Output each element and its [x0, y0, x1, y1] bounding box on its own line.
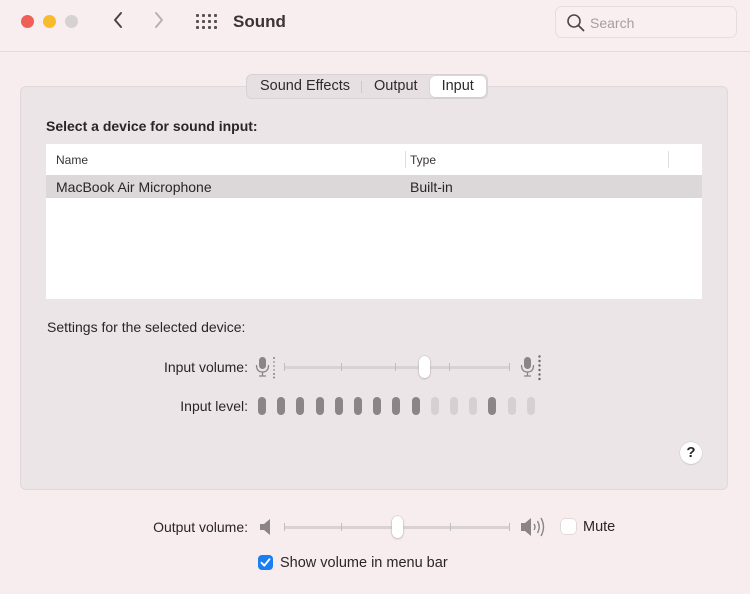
settings-label: Settings for the selected device:	[47, 319, 246, 335]
output-volume-knob[interactable]	[391, 516, 403, 538]
device-type: Built-in	[410, 179, 453, 195]
forward-button[interactable]	[153, 10, 165, 30]
slider-tick	[395, 363, 396, 371]
level-bar	[354, 397, 362, 415]
level-bar	[334, 397, 343, 415]
search-icon	[567, 14, 585, 32]
slider-tick	[450, 523, 451, 531]
slider-tick	[284, 523, 285, 531]
slider-tick	[341, 363, 342, 371]
slider-tick	[284, 363, 285, 371]
zoom-button[interactable]	[65, 15, 78, 28]
checkmark-icon	[260, 558, 271, 567]
window-title: Sound	[233, 12, 286, 31]
tab-bar: Sound Effects Output Input	[246, 74, 488, 99]
slider-tick	[509, 523, 510, 531]
level-bar	[411, 397, 420, 415]
slider-tick	[509, 363, 510, 371]
input-device-table[interactable]: Name Type MacBook Air Microphone Built-i…	[46, 144, 702, 299]
search-input[interactable]	[590, 13, 730, 33]
column-header-name[interactable]: Name	[56, 153, 88, 167]
level-bar	[296, 397, 305, 415]
input-volume-label: Input volume:	[163, 359, 248, 375]
level-bar	[507, 397, 516, 415]
chevron-right-icon	[155, 12, 163, 28]
column-divider[interactable]	[668, 151, 669, 168]
level-bar	[315, 397, 324, 415]
mute-label[interactable]: Mute	[583, 519, 615, 535]
table-row[interactable]: MacBook Air Microphone Built-in	[46, 175, 702, 198]
speaker-high-icon	[521, 517, 545, 537]
show-all-grid-icon[interactable]	[196, 14, 217, 29]
output-volume-slider[interactable]	[284, 516, 510, 540]
search-field[interactable]	[555, 6, 737, 38]
back-button[interactable]	[112, 10, 124, 30]
level-bar	[277, 397, 286, 415]
slider-track	[284, 366, 510, 369]
slider-tick	[449, 363, 450, 371]
tab-sound-effects[interactable]: Sound Effects	[248, 76, 363, 97]
level-bar	[488, 397, 497, 415]
minimize-button[interactable]	[43, 15, 56, 28]
slider-tick	[341, 523, 342, 531]
chevron-left-icon	[114, 12, 122, 28]
output-volume-label: Output volume:	[153, 519, 248, 535]
input-volume-knob[interactable]	[418, 356, 430, 378]
table-header: Name Type	[46, 144, 702, 175]
input-level-label: Input level:	[180, 398, 248, 414]
tab-output[interactable]: Output	[362, 76, 430, 97]
level-bar	[526, 397, 535, 415]
title-bar: Sound	[0, 0, 750, 52]
device-list-heading: Select a device for sound input:	[46, 118, 258, 134]
microphone-high-icon	[520, 355, 541, 381]
help-button[interactable]: ?	[680, 442, 702, 464]
tab-input[interactable]: Input	[429, 76, 486, 97]
level-bar	[430, 397, 439, 415]
input-volume-slider[interactable]	[284, 356, 510, 380]
column-header-type[interactable]: Type	[410, 153, 436, 167]
microphone-low-icon	[255, 357, 275, 379]
level-bar	[258, 397, 266, 415]
level-bar	[392, 397, 401, 415]
show-volume-checkbox[interactable]	[258, 555, 273, 570]
column-divider[interactable]	[405, 151, 406, 168]
show-volume-label[interactable]: Show volume in menu bar	[280, 555, 448, 571]
speaker-low-icon	[260, 519, 270, 535]
level-bar	[450, 397, 458, 415]
close-button[interactable]	[21, 15, 34, 28]
level-bar	[373, 397, 382, 415]
level-bar	[469, 397, 478, 415]
device-name: MacBook Air Microphone	[56, 179, 212, 195]
mute-checkbox[interactable]	[561, 519, 576, 534]
